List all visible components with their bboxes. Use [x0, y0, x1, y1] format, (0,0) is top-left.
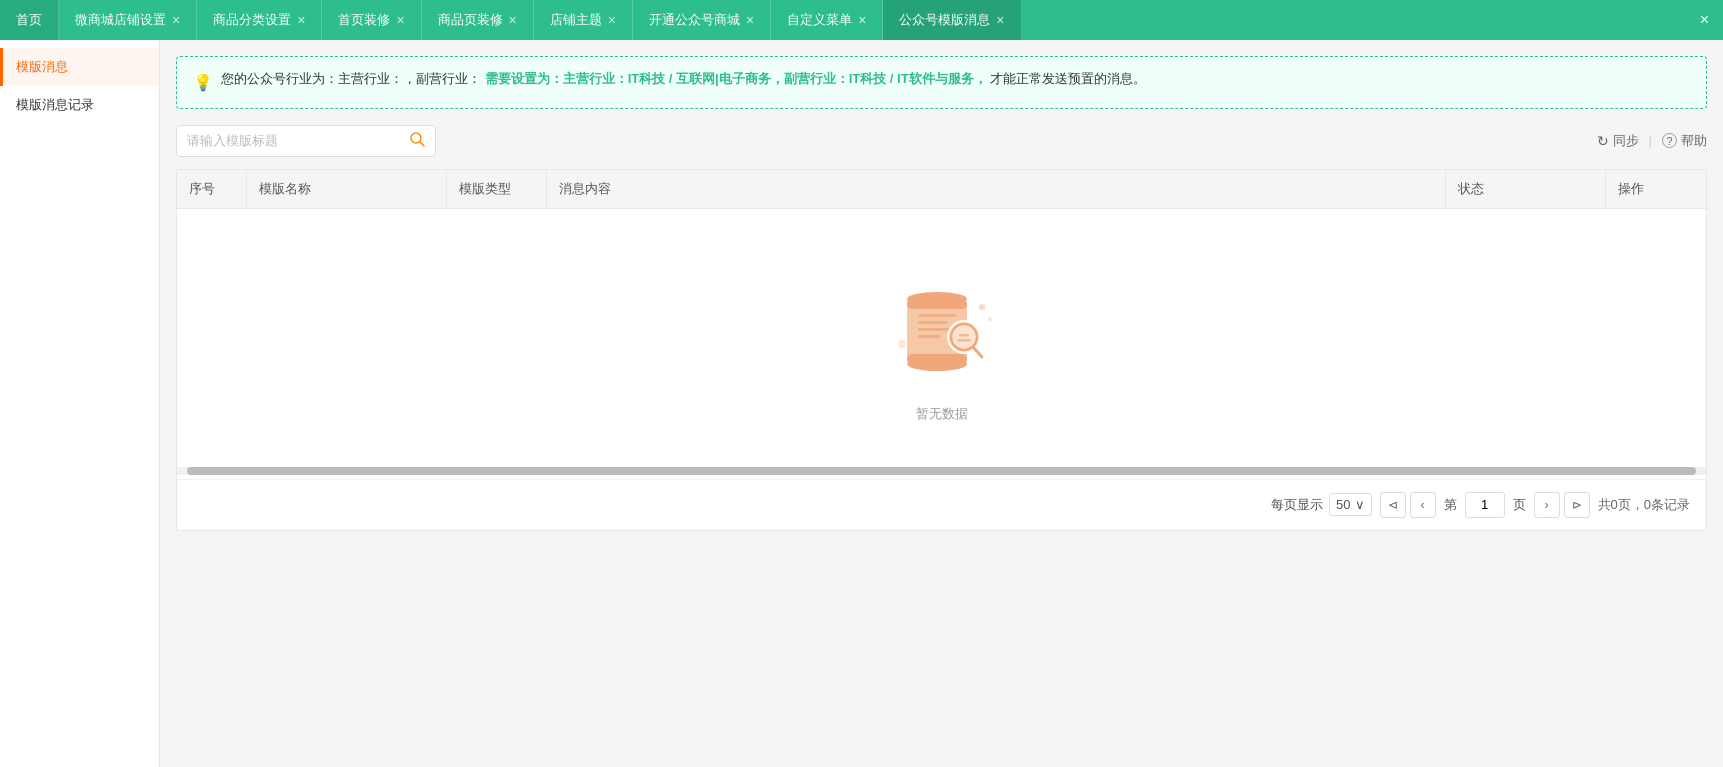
- sidebar-item-template-msg[interactable]: 模版消息: [0, 48, 159, 86]
- per-page-value: 50: [1336, 497, 1350, 512]
- per-page-select[interactable]: 50 ∨: [1329, 493, 1371, 516]
- tab-bar: 首页 微商城店铺设置 × 商品分类设置 × 首页装修 × 商品页装修 × 店铺主…: [0, 0, 1723, 40]
- pagination: 每页显示 50 ∨ ⊲ ‹ 第 页 › ⊳ 共0页，0条记录: [177, 479, 1706, 530]
- sidebar: 模版消息 模版消息记录: [0, 40, 160, 767]
- page-current-input[interactable]: [1465, 492, 1505, 518]
- search-input[interactable]: [177, 127, 400, 154]
- tab-open-mall[interactable]: 开通公众号商城 ×: [633, 0, 771, 40]
- tab-bar-close-all[interactable]: ×: [1686, 0, 1723, 40]
- alert-box: 💡 您的公众号行业为：主营行业：，副营行业： 需要设置为：主营行业：IT科技 /…: [176, 56, 1707, 109]
- tab-shop-theme-label: 店铺主题: [550, 11, 602, 29]
- page-total: 共0页，0条记录: [1598, 496, 1690, 514]
- sync-label: 同步: [1613, 132, 1639, 150]
- per-page-label: 每页显示: [1271, 496, 1323, 514]
- svg-point-18: [979, 304, 985, 310]
- svg-point-6: [907, 292, 967, 306]
- toolbar: ↻ 同步 | ? 帮助: [176, 125, 1707, 157]
- toolbar-divider: |: [1649, 133, 1652, 148]
- tab-shop-settings-label: 微商城店铺设置: [75, 11, 166, 29]
- search-button[interactable]: [400, 126, 435, 156]
- tab-template-msg[interactable]: 公众号模版消息 ×: [883, 0, 1021, 40]
- page-prev-button[interactable]: ‹: [1410, 492, 1436, 518]
- search-box: [176, 125, 436, 157]
- page-label-di: 第: [1444, 496, 1457, 514]
- tab-shop-settings[interactable]: 微商城店铺设置 ×: [59, 0, 197, 40]
- help-label: 帮助: [1681, 132, 1707, 150]
- svg-rect-8: [918, 314, 956, 317]
- tab-custom-menu[interactable]: 自定义菜单 ×: [771, 0, 883, 40]
- tab-template-msg-close[interactable]: ×: [996, 13, 1004, 27]
- alert-highlight: 需要设置为：主营行业：IT科技 / 互联网|电子商务，副营行业：IT科技 / I…: [485, 71, 987, 86]
- page-next-button[interactable]: ›: [1534, 492, 1560, 518]
- table-scrollbar[interactable]: [177, 467, 1706, 475]
- tab-open-mall-close[interactable]: ×: [746, 13, 754, 27]
- page-last-button[interactable]: ⊳: [1564, 492, 1590, 518]
- col-header-name: 模版名称: [247, 170, 447, 208]
- per-page-chevron-icon: ∨: [1355, 497, 1365, 512]
- alert-prefix: 您的公众号行业为：主营行业：，副营行业：: [221, 71, 481, 86]
- page-label-ye: 页: [1513, 496, 1526, 514]
- tab-product-decor-close[interactable]: ×: [509, 13, 517, 27]
- sidebar-item-template-msg-record[interactable]: 模版消息记录: [0, 86, 159, 124]
- empty-text: 暂无数据: [916, 405, 968, 423]
- tab-product-decor[interactable]: 商品页装修 ×: [422, 0, 534, 40]
- tab-custom-menu-close[interactable]: ×: [858, 13, 866, 27]
- svg-line-15: [973, 347, 982, 357]
- alert-icon: 💡: [193, 70, 213, 96]
- tab-open-mall-label: 开通公众号商城: [649, 11, 740, 29]
- tab-category-settings[interactable]: 商品分类设置 ×: [197, 0, 322, 40]
- col-header-content: 消息内容: [547, 170, 1446, 208]
- page-navigation: ⊲ ‹ 第 页 › ⊳: [1380, 492, 1590, 518]
- table-header: 序号 模版名称 模版类型 消息内容 状态 操作: [177, 170, 1706, 209]
- tab-shop-theme[interactable]: 店铺主题 ×: [534, 0, 633, 40]
- sidebar-item-template-msg-record-label: 模版消息记录: [16, 97, 94, 112]
- data-table: 序号 模版名称 模版类型 消息内容 状态 操作: [176, 169, 1707, 531]
- svg-rect-11: [918, 335, 940, 338]
- svg-point-19: [988, 317, 992, 321]
- empty-illustration: [882, 269, 1002, 389]
- tab-category-settings-label: 商品分类设置: [213, 11, 291, 29]
- tab-product-decor-label: 商品页装修: [438, 11, 503, 29]
- tab-custom-menu-label: 自定义菜单: [787, 11, 852, 29]
- content-area: 💡 您的公众号行业为：主营行业：，副营行业： 需要设置为：主营行业：IT科技 /…: [160, 40, 1723, 767]
- svg-rect-16: [959, 334, 969, 337]
- tab-home[interactable]: 首页: [0, 0, 59, 40]
- tab-template-msg-label: 公众号模版消息: [899, 11, 990, 29]
- col-header-action: 操作: [1606, 170, 1706, 208]
- empty-state: 暂无数据: [177, 209, 1706, 463]
- sync-icon: ↻: [1597, 133, 1609, 149]
- tab-home-decor-close[interactable]: ×: [396, 13, 404, 27]
- tab-home-decor[interactable]: 首页装修 ×: [322, 0, 421, 40]
- svg-rect-10: [918, 328, 952, 331]
- toolbar-right: ↻ 同步 | ? 帮助: [1597, 132, 1707, 150]
- page-size-select: 每页显示 50 ∨: [1271, 493, 1371, 516]
- svg-point-7: [907, 357, 967, 371]
- col-header-seq: 序号: [177, 170, 247, 208]
- scrollbar-thumb[interactable]: [187, 467, 1696, 475]
- svg-rect-17: [957, 339, 971, 342]
- help-button[interactable]: ? 帮助: [1662, 132, 1707, 150]
- sidebar-item-template-msg-label: 模版消息: [16, 59, 68, 74]
- search-icon: [410, 132, 425, 147]
- tab-shop-settings-close[interactable]: ×: [172, 13, 180, 27]
- svg-point-20: [898, 340, 906, 348]
- tab-category-settings-close[interactable]: ×: [297, 13, 305, 27]
- alert-text: 您的公众号行业为：主营行业：，副营行业： 需要设置为：主营行业：IT科技 / 互…: [221, 69, 1146, 90]
- svg-rect-9: [918, 321, 948, 324]
- tab-home-decor-label: 首页装修: [338, 11, 390, 29]
- col-header-status: 状态: [1446, 170, 1606, 208]
- tab-shop-theme-close[interactable]: ×: [608, 13, 616, 27]
- sync-button[interactable]: ↻ 同步: [1597, 132, 1639, 150]
- main-layout: 模版消息 模版消息记录 💡 您的公众号行业为：主营行业：，副营行业： 需要设置为…: [0, 40, 1723, 767]
- page-first-button[interactable]: ⊲: [1380, 492, 1406, 518]
- tab-home-label: 首页: [16, 11, 42, 29]
- help-icon: ?: [1662, 133, 1677, 148]
- alert-suffix: 才能正常发送预置的消息。: [990, 71, 1146, 86]
- svg-line-1: [420, 142, 424, 146]
- col-header-type: 模版类型: [447, 170, 547, 208]
